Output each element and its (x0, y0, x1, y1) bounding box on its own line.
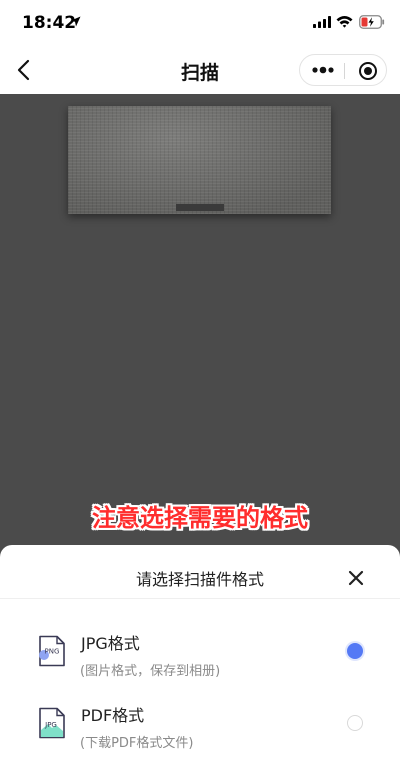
close-target-icon[interactable] (358, 61, 378, 81)
cellular-signal-icon (313, 16, 331, 28)
capsule-divider (344, 63, 345, 79)
more-dots-icon[interactable] (312, 64, 334, 76)
sheet-title: 请选择扫描件格式 (135, 570, 264, 589)
radio-selected[interactable] (347, 643, 363, 659)
mini-program-capsule (299, 54, 387, 86)
file-icon-label: PNG (45, 648, 60, 656)
hint-caption: 注意选择需要的格式 (92, 504, 308, 532)
sheet-divider (0, 598, 400, 599)
close-icon[interactable] (347, 569, 365, 587)
file-jpg-icon: JPG (39, 707, 65, 739)
option-description: (下载PDF格式文件) (80, 736, 194, 751)
option-label: PDF格式 (81, 706, 145, 725)
scan-preview-area (0, 94, 400, 554)
wifi-icon (336, 16, 353, 28)
location-arrow-icon (70, 16, 81, 27)
option-label: JPG格式 (81, 634, 140, 653)
format-bottom-sheet: 请选择扫描件格式 PNG JPG格式 (图片格式，保存到相册) JPG PDF格… (0, 545, 400, 779)
navigation-bar: 扫描 (0, 46, 400, 94)
file-icon-label: JPG (44, 721, 57, 729)
battery-charging-icon (359, 15, 385, 29)
file-png-icon: PNG (39, 635, 65, 667)
scanned-document-image (68, 106, 331, 214)
status-time: 18:42 (22, 13, 77, 33)
status-bar: 18:42 (0, 0, 400, 46)
document-texture (68, 106, 331, 214)
option-jpg-format[interactable]: PNG JPG格式 (图片格式，保存到相册) (0, 623, 400, 689)
radio-unselected[interactable] (347, 715, 363, 731)
option-description: (图片格式，保存到相册) (80, 664, 221, 679)
option-pdf-format[interactable]: JPG PDF格式 (下载PDF格式文件) (0, 695, 400, 761)
document-stamp-mark (176, 204, 224, 211)
